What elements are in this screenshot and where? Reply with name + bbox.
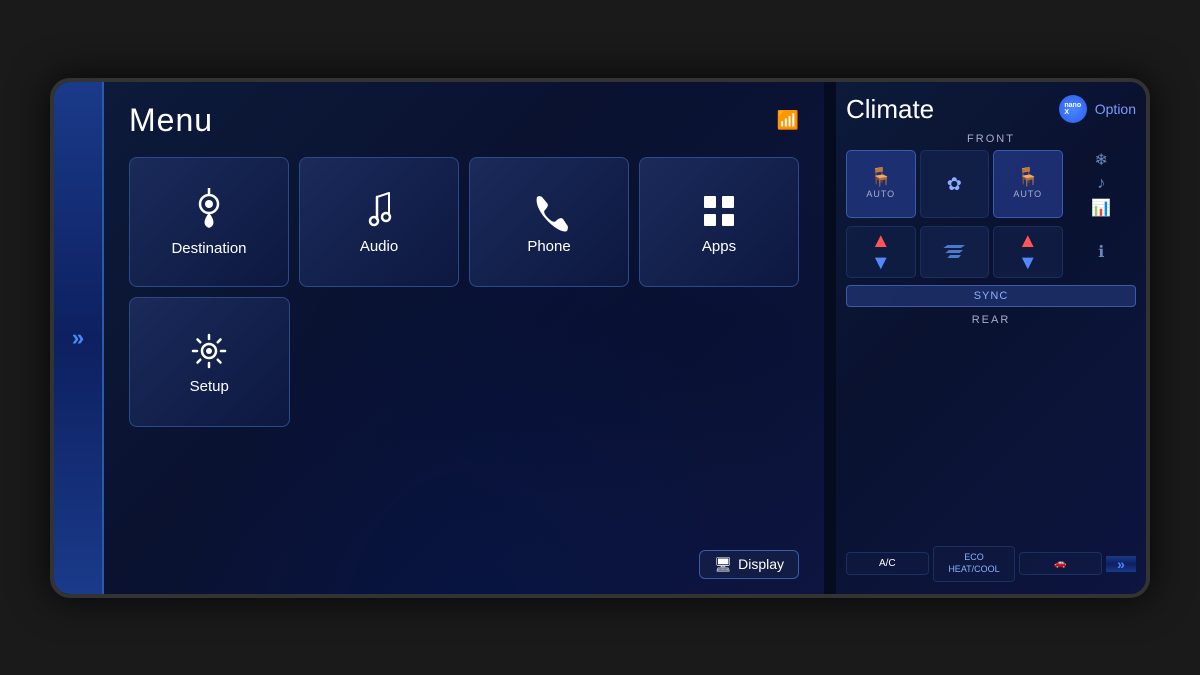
fan-icon: ✿ — [947, 175, 962, 193]
header-icons: 📶 — [777, 110, 799, 131]
destination-label: Destination — [171, 240, 246, 257]
panel-divider — [824, 82, 836, 594]
ac-button[interactable]: A/C — [846, 552, 929, 575]
climate-header-right: nanoX Option — [1059, 95, 1136, 123]
seat-heat-left-btn[interactable]: 🪑 AUTO — [846, 150, 916, 218]
eco-label: ECO — [964, 552, 984, 562]
audio-tile[interactable]: Audio — [299, 157, 459, 287]
phone-icon — [527, 189, 571, 238]
front-label: FRONT — [846, 133, 1136, 145]
eco-heat-cool-button[interactable]: ECO HEAT/COOL — [933, 546, 1016, 581]
option-button[interactable]: Option — [1095, 101, 1136, 117]
bottom-row: Setup — [129, 297, 799, 427]
climate-right-tab[interactable]: » — [1106, 556, 1136, 572]
climate-panel: Climate nanoX Option FRONT 🪑 AUTO ✿ � — [836, 82, 1146, 594]
seat-auto-left-label: AUTO — [866, 189, 895, 199]
extra-icon-1[interactable]: ❄ — [1095, 150, 1108, 170]
audio-icon — [357, 189, 401, 238]
left-chevron-icon: » — [72, 325, 84, 351]
climate-top-row: 🪑 AUTO ✿ 🪑 AUTO ❄ ♪ 📊 — [846, 150, 1136, 218]
temp-right-control: ▲ ▼ — [993, 226, 1063, 278]
nano-x-label: nanoX — [1064, 102, 1081, 116]
sync-button[interactable]: SYNC — [846, 285, 1136, 307]
apps-icon — [697, 189, 741, 238]
seat-auto-right-label: AUTO — [1013, 189, 1042, 199]
climate-chevron-icon: » — [1117, 556, 1125, 572]
climate-title: Climate — [846, 94, 934, 125]
setup-tile[interactable]: Setup — [129, 297, 290, 427]
fan-speed-icon — [943, 245, 965, 258]
climate-header: Climate nanoX Option — [846, 94, 1136, 125]
destination-tile[interactable]: Destination — [129, 157, 289, 287]
side-icons: ❄ ♪ 📊 — [1067, 150, 1137, 218]
destination-icon — [187, 186, 231, 230]
phone-tile[interactable]: Phone — [469, 157, 629, 287]
temp-down-right-btn[interactable]: ▼ — [1018, 253, 1038, 273]
climate-bottom-row: A/C ECO HEAT/COOL 🚗 » — [846, 546, 1136, 581]
fan-btn[interactable]: ✿ — [920, 150, 990, 218]
rear-label: REAR — [846, 314, 1136, 326]
menu-grid-top: Destination Audio — [129, 157, 799, 287]
temp-up-left-btn[interactable]: ▲ — [871, 231, 891, 251]
left-nav-tab[interactable]: » — [54, 82, 104, 594]
seat-heat-left-icon: 🪑 — [870, 168, 892, 186]
setup-label: Setup — [190, 378, 229, 395]
temp-up-right-btn[interactable]: ▲ — [1018, 231, 1038, 251]
fan-speed-btn[interactable] — [920, 226, 990, 278]
temp-down-left-btn[interactable]: ▼ — [871, 253, 891, 273]
car-vent-icon: 🚗 — [1054, 558, 1066, 569]
seat-heat-right-icon: 🪑 — [1017, 168, 1039, 186]
wifi-icon: 📶 — [777, 110, 799, 131]
audio-label: Audio — [360, 238, 398, 255]
heat-cool-label: HEAT/COOL — [948, 564, 999, 574]
menu-header: Menu 📶 — [129, 102, 799, 139]
phone-label: Phone — [527, 238, 570, 255]
nano-x-badge: nanoX — [1059, 95, 1087, 123]
side-icons-2: ℹ — [1067, 226, 1137, 278]
apps-label: Apps — [702, 238, 736, 255]
info-icon[interactable]: ℹ — [1098, 242, 1104, 262]
menu-panel: Menu 📶 Desti — [104, 82, 824, 594]
temp-left-control: ▲ ▼ — [846, 226, 916, 278]
extra-icon-3[interactable]: 📊 — [1091, 198, 1111, 218]
setup-icon — [187, 329, 231, 378]
extra-icon-2[interactable]: ♪ — [1097, 175, 1105, 193]
car-vent-button[interactable]: 🚗 — [1019, 552, 1102, 575]
menu-title: Menu — [129, 102, 213, 139]
climate-mid-row: ▲ ▼ ▲ ▼ ℹ — [846, 226, 1136, 278]
apps-tile[interactable]: Apps — [639, 157, 799, 287]
seat-heat-right-btn[interactable]: 🪑 AUTO — [993, 150, 1063, 218]
